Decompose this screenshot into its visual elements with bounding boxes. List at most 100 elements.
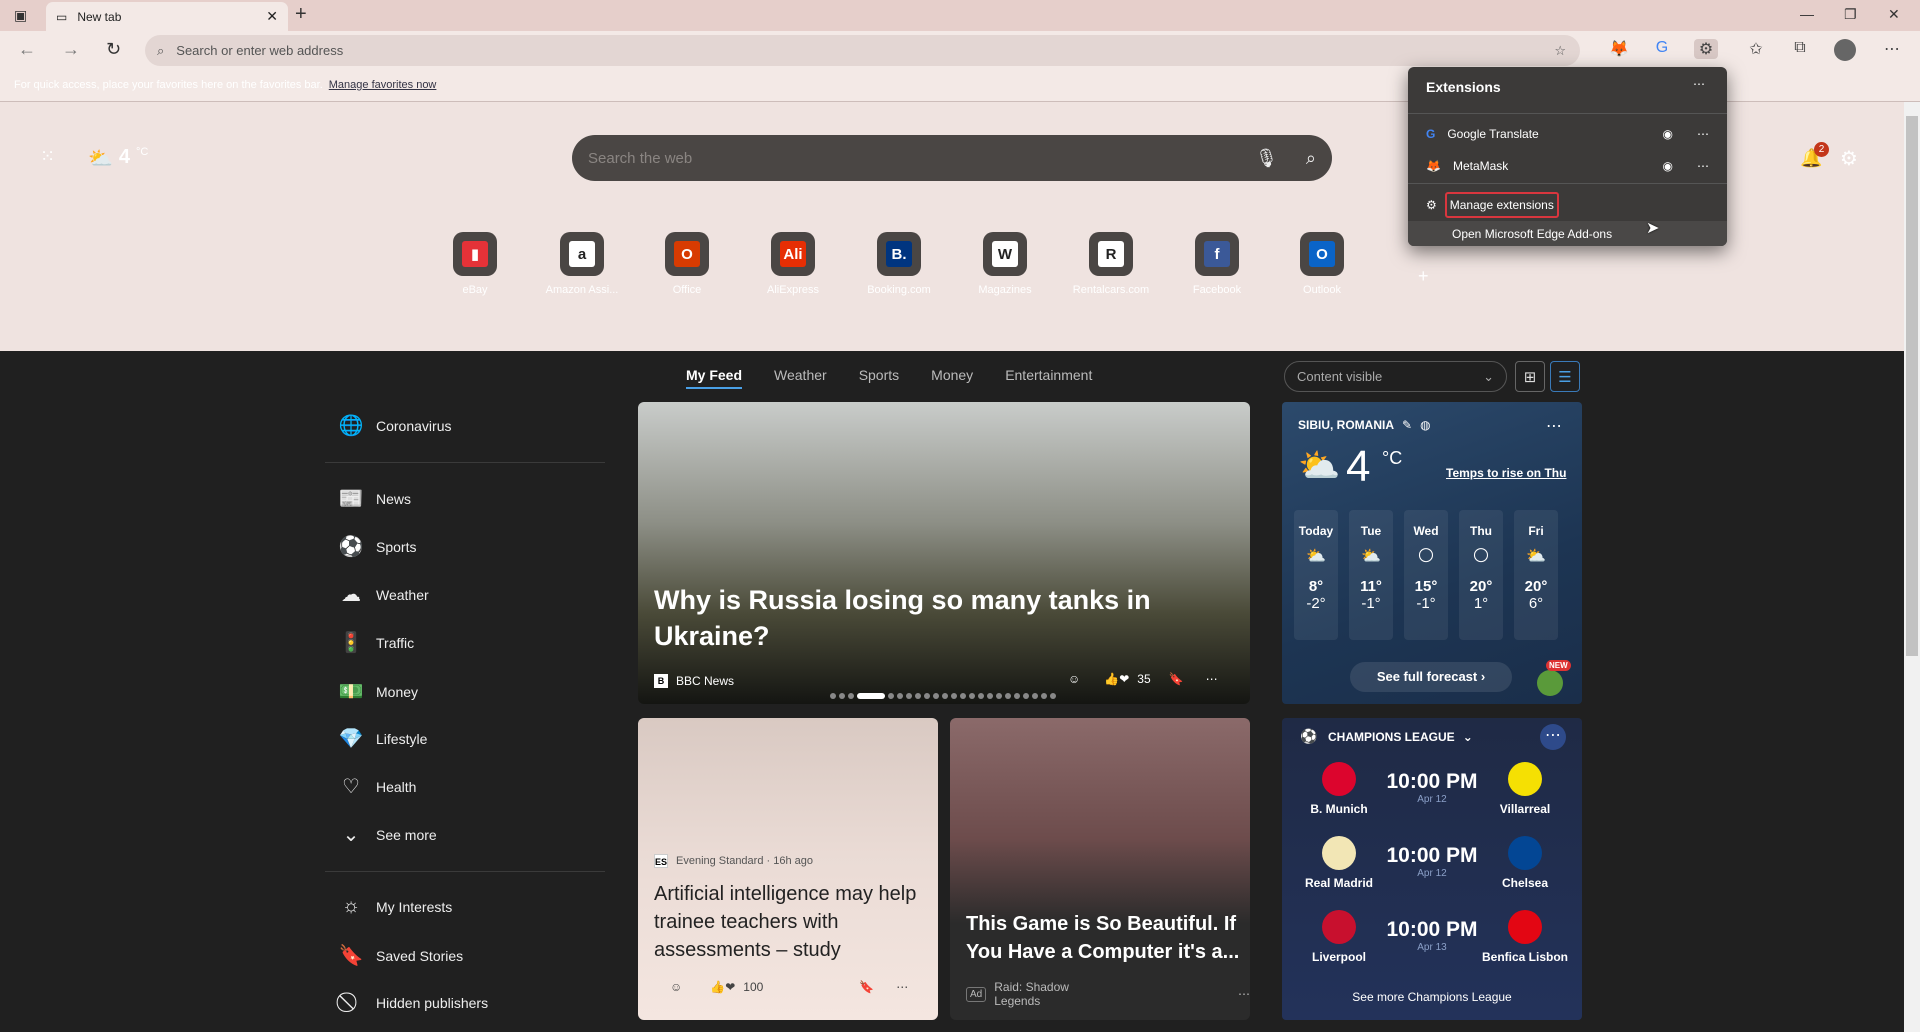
- refresh-button[interactable]: ↻: [106, 39, 121, 60]
- profile-avatar[interactable]: [1834, 39, 1856, 61]
- top-site[interactable]: O Office: [642, 232, 732, 296]
- weather-note-link[interactable]: Temps to rise on Thu: [1446, 466, 1566, 480]
- sidebar-item[interactable]: ♡ Health: [338, 774, 416, 799]
- bookmark-icon[interactable]: 🔖: [1169, 672, 1184, 686]
- more-options-icon[interactable]: ⋯: [1546, 416, 1562, 436]
- see-full-forecast-button[interactable]: See full forecast ›: [1350, 662, 1512, 692]
- sidebar-item[interactable]: 🚦 Traffic: [338, 630, 415, 655]
- collections-icon[interactable]: ⧉: [1788, 39, 1812, 57]
- top-site[interactable]: B. Booking.com: [854, 232, 944, 296]
- search-input[interactable]: Search the web: [588, 150, 692, 167]
- microphone-icon[interactable]: 🎙: [1255, 148, 1278, 169]
- tab-weather[interactable]: Weather: [774, 367, 827, 389]
- map-icon[interactable]: ◍: [1420, 418, 1430, 432]
- minimize-button[interactable]: —: [1800, 6, 1814, 22]
- google-translate-icon[interactable]: G: [1650, 39, 1674, 57]
- tab-actions-icon[interactable]: ▣: [14, 7, 27, 24]
- extension-google-translate[interactable]: G Google Translate ◉ ⋯: [1408, 118, 1727, 150]
- more-options-icon[interactable]: ⋯: [1540, 724, 1566, 750]
- more-options-icon[interactable]: ⋯: [896, 980, 908, 994]
- top-site[interactable]: f Facebook: [1172, 232, 1262, 296]
- content-visibility-dropdown[interactable]: Content visible ⌄: [1284, 361, 1507, 392]
- address-bar[interactable]: ⌕ Search or enter web address ☆: [145, 35, 1580, 66]
- home-team[interactable]: Liverpool: [1294, 910, 1384, 964]
- away-team[interactable]: Benfica Lisbon: [1480, 910, 1570, 964]
- ad-title[interactable]: This Game is So Beautiful. If You Have a…: [966, 910, 1241, 966]
- article-card[interactable]: ES Evening Standard · 16h ago Artificial…: [638, 718, 938, 1020]
- sidebar-item[interactable]: ⌄ See more: [338, 822, 437, 847]
- new-tab-button[interactable]: +: [295, 3, 307, 26]
- article-title[interactable]: Why is Russia losing so many tanks in Uk…: [654, 582, 1174, 654]
- metamask-icon[interactable]: 🦊: [1607, 39, 1631, 59]
- top-site[interactable]: R Rentalcars.com: [1066, 232, 1156, 296]
- forward-button[interactable]: →: [62, 39, 80, 60]
- more-options-icon[interactable]: ⋯: [1206, 672, 1218, 686]
- app-launcher-icon[interactable]: ⁙: [40, 146, 55, 167]
- forecast-day[interactable]: Wed 🌕 15° -1°: [1404, 510, 1448, 640]
- extension-metamask[interactable]: 🦊 MetaMask ◉ ⋯: [1408, 150, 1727, 182]
- edit-location-icon[interactable]: ✎: [1402, 418, 1412, 432]
- home-team[interactable]: B. Munich: [1294, 762, 1384, 816]
- manage-favorites-link[interactable]: Manage favorites now: [329, 79, 437, 91]
- top-site[interactable]: ▮ eBay: [430, 232, 520, 296]
- more-options-icon[interactable]: ⋯: [1697, 127, 1709, 141]
- web-search-box[interactable]: Search the web 🎙 ⌕: [572, 135, 1332, 181]
- tab-new-tab[interactable]: ▭ New tab ✕: [46, 2, 288, 31]
- home-team[interactable]: Real Madrid: [1294, 836, 1384, 890]
- match-time[interactable]: 10:00 PM Apr 12: [1382, 844, 1482, 879]
- tab-sports[interactable]: Sports: [859, 367, 899, 389]
- add-favorite-icon[interactable]: ☆: [1554, 43, 1566, 59]
- weather-mini[interactable]: ⛅ 4 °C: [88, 146, 148, 171]
- match-time[interactable]: 10:00 PM Apr 12: [1382, 770, 1482, 805]
- close-window-button[interactable]: ✕: [1888, 6, 1900, 23]
- grid-layout-button[interactable]: ⊞: [1515, 361, 1545, 392]
- weather-promo-icon[interactable]: [1537, 670, 1563, 696]
- article-title[interactable]: Artificial intelligence may help trainee…: [654, 880, 924, 964]
- sidebar-item[interactable]: 🔖 Saved Stories: [338, 943, 464, 968]
- favorites-icon[interactable]: ✩: [1744, 39, 1768, 59]
- visibility-eye-icon[interactable]: ◉: [1663, 127, 1673, 141]
- add-site-icon[interactable]: +: [1418, 266, 1429, 287]
- tab-entertainment[interactable]: Entertainment: [1005, 367, 1092, 389]
- page-settings-icon[interactable]: ⚙: [1840, 146, 1858, 171]
- bookmark-icon[interactable]: 🔖: [859, 980, 874, 994]
- extensions-icon[interactable]: ⚙: [1694, 39, 1718, 59]
- see-more-champions-league-link[interactable]: See more Champions League: [1282, 990, 1582, 1004]
- forecast-day[interactable]: Today ⛅ 8° -2°: [1294, 510, 1338, 640]
- forecast-day[interactable]: Thu 🌕 20° 1°: [1459, 510, 1503, 640]
- sidebar-item[interactable]: ⃠ Hidden publishers: [338, 991, 488, 1014]
- list-layout-button[interactable]: ☰: [1550, 361, 1580, 392]
- sidebar-item[interactable]: 💵 Money: [338, 679, 418, 704]
- weather-location[interactable]: SIBIU, ROMANIA: [1298, 418, 1394, 432]
- sidebar-item[interactable]: 📰 News: [338, 486, 411, 511]
- tab-money[interactable]: Money: [931, 367, 973, 389]
- hero-article-card[interactable]: Why is Russia losing so many tanks in Uk…: [638, 402, 1250, 704]
- open-edge-addons-item[interactable]: Open Microsoft Edge Add-ons: [1408, 221, 1727, 246]
- more-options-icon[interactable]: ⋯: [1238, 987, 1250, 1001]
- article-source[interactable]: BBC News: [676, 674, 734, 688]
- sidebar-item[interactable]: ☼ My Interests: [338, 895, 452, 918]
- sidebar-item[interactable]: ⚽ Sports: [338, 534, 417, 559]
- tab-my-feed[interactable]: My Feed: [686, 367, 743, 389]
- away-team[interactable]: Chelsea: [1480, 836, 1570, 890]
- top-site[interactable]: Ali AliExpress: [748, 232, 838, 296]
- manage-extensions-item[interactable]: ⚙ Manage extensions: [1408, 189, 1727, 221]
- match-time[interactable]: 10:00 PM Apr 13: [1382, 918, 1482, 953]
- sidebar-item[interactable]: 🌐 Coronavirus: [338, 413, 452, 438]
- close-tab-icon[interactable]: ✕: [266, 8, 278, 25]
- ad-source[interactable]: Raid: Shadow Legends: [994, 980, 1080, 1008]
- add-reaction-icon[interactable]: ☺: [1068, 672, 1080, 686]
- forecast-day[interactable]: Tue ⛅ 11° -1°: [1349, 510, 1393, 640]
- top-site[interactable]: O Outlook: [1277, 232, 1367, 296]
- settings-more-icon[interactable]: ⋯: [1880, 39, 1904, 59]
- scrollbar-thumb[interactable]: [1906, 116, 1918, 656]
- article-source[interactable]: Evening Standard · 16h ago: [676, 855, 813, 867]
- address-input[interactable]: Search or enter web address: [176, 43, 343, 58]
- back-button[interactable]: ←: [18, 39, 36, 60]
- top-site[interactable]: a Amazon Assi...: [537, 232, 627, 296]
- extensions-more-icon[interactable]: ⋯: [1693, 77, 1705, 91]
- carousel-dots[interactable]: [830, 693, 1056, 699]
- sidebar-item[interactable]: ☁ Weather: [338, 582, 429, 607]
- away-team[interactable]: Villarreal: [1480, 762, 1570, 816]
- sidebar-item[interactable]: 💎 Lifestyle: [338, 726, 428, 751]
